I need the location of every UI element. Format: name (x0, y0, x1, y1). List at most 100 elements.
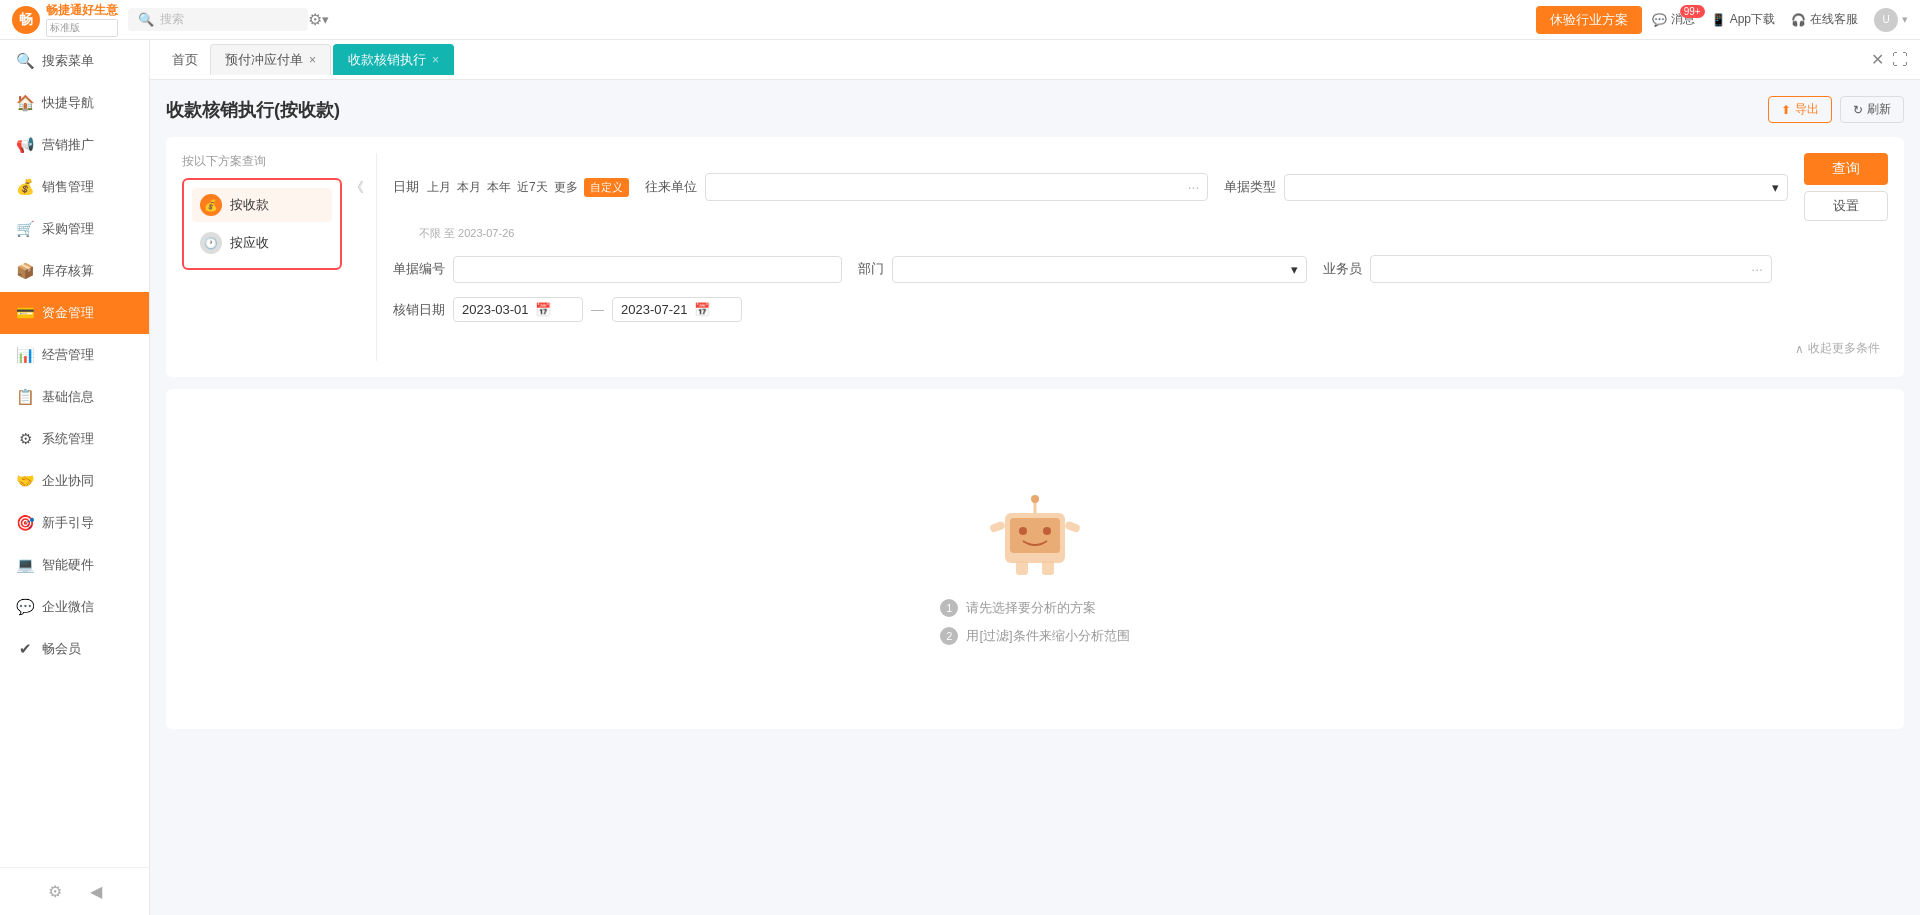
headset-icon: 🎧 (1791, 13, 1806, 27)
inventory-icon: 📦 (16, 262, 34, 280)
sidebar-item-sales[interactable]: 💰 销售管理 (0, 166, 149, 208)
partner-more-icon: ··· (1188, 179, 1200, 195)
sidebar-item-label: 基础信息 (42, 388, 94, 406)
step1-text: 请先选择要分析的方案 (966, 599, 1096, 617)
enterprise-icon: 🤝 (16, 472, 34, 490)
sidebar-item-quick-nav[interactable]: 🏠 快捷导航 (0, 82, 149, 124)
page-title: 收款核销执行(按收款) (166, 98, 340, 122)
sidebar-item-label: 采购管理 (42, 220, 94, 238)
export-btn[interactable]: ⬆ 导出 (1768, 96, 1832, 123)
sidebar-item-label: 新手引导 (42, 514, 94, 532)
industry-btn[interactable]: 休验行业方案 (1536, 6, 1642, 34)
sidebar-item-label: 搜索菜单 (42, 52, 94, 70)
tab-label: 预付冲应付单 (225, 51, 303, 69)
collapse-more-icon: ∧ (1795, 342, 1804, 356)
filter-option-by-collection[interactable]: 💰 按收款 (192, 188, 332, 222)
close-all-btn[interactable]: ✕ (1871, 50, 1884, 69)
sidebar-collapse-btn[interactable]: ◀ (84, 876, 108, 907)
setting-btn[interactable]: 设置 (1804, 191, 1888, 221)
date-hint: 不限 至 2023-07-26 (419, 225, 1888, 241)
query-btn-area: 查询 设置 (1804, 153, 1888, 221)
tab-prepay[interactable]: 预付冲应付单 × (210, 44, 331, 75)
user-area[interactable]: U ▾ (1874, 8, 1908, 32)
expand-btn[interactable]: ⛶ (1892, 50, 1908, 69)
sidebar-item-purchase[interactable]: 🛒 采购管理 (0, 208, 149, 250)
shortcut-7days[interactable]: 近7天 (517, 179, 548, 196)
sidebar-item-hardware[interactable]: 💻 智能硬件 (0, 544, 149, 586)
docno-input[interactable] (453, 256, 842, 283)
date-hint-text: 不限 至 2023-07-26 (419, 227, 514, 239)
sidebar: 🔍 搜索菜单 🏠 快捷导航 📢 营销推广 💰 销售管理 🛒 采购管理 📦 库存核… (0, 40, 150, 915)
shortcut-this-year[interactable]: 本年 (487, 179, 511, 196)
app-download-btn[interactable]: 📱 App下载 (1711, 11, 1775, 28)
collapse-more-btn[interactable]: ∧ 收起更多条件 (1787, 336, 1888, 361)
verify-date-to-input[interactable]: 2023-07-21 📅 (612, 297, 742, 322)
filter-method-box: 💰 按收款 🕐 按应收 (182, 178, 342, 270)
partner-input[interactable]: ··· (705, 173, 1209, 201)
sidebar-item-basic-info[interactable]: 📋 基础信息 (0, 376, 149, 418)
sidebar-item-label: 系统管理 (42, 430, 94, 448)
tab-close-collection[interactable]: × (432, 53, 439, 67)
sidebar-item-wechat[interactable]: 💬 企业微信 (0, 586, 149, 628)
search-placeholder: 搜索 (160, 11, 184, 28)
system-icon: ⚙ (16, 430, 34, 448)
svg-rect-1 (1010, 518, 1060, 553)
tab-close-prepay[interactable]: × (309, 53, 316, 67)
dept-select[interactable]: ▾ (892, 256, 1307, 283)
filter-option-by-receivable[interactable]: 🕐 按应收 (192, 226, 332, 260)
sidebar-item-search-menu[interactable]: 🔍 搜索菜单 (0, 40, 149, 82)
gear-button[interactable]: ⚙ (308, 10, 322, 29)
topbar-actions: 💬 消息 99+ 📱 App下载 🎧 在线客服 U ▾ (1652, 8, 1908, 32)
tab-collection[interactable]: 收款核销执行 × (333, 44, 454, 75)
date-custom-badge[interactable]: 自定义 (584, 178, 629, 197)
operations-icon: 📊 (16, 346, 34, 364)
search-icon: 🔍 (138, 12, 154, 27)
sales-icon: 💰 (16, 178, 34, 196)
filter-method-title: 按以下方案查询 (182, 153, 342, 170)
marketing-icon: 📢 (16, 136, 34, 154)
main-layout: 🔍 搜索菜单 🏠 快捷导航 📢 营销推广 💰 销售管理 🛒 采购管理 📦 库存核… (0, 40, 1920, 915)
tab-home[interactable]: 首页 (162, 45, 208, 75)
svg-rect-9 (1042, 561, 1054, 575)
refresh-icon: ↻ (1853, 103, 1863, 117)
sidebar-item-vip[interactable]: ✔ 畅会员 (0, 628, 149, 670)
search-box[interactable]: 🔍 搜索 (128, 8, 308, 31)
sidebar-item-inventory[interactable]: 📦 库存核算 (0, 250, 149, 292)
dropdown-icon[interactable]: ▾ (322, 12, 329, 27)
message-btn[interactable]: 💬 消息 99+ (1652, 11, 1695, 28)
sidebar-settings-btn[interactable]: ⚙ (42, 876, 68, 907)
export-label: 导出 (1795, 101, 1819, 118)
basic-info-icon: 📋 (16, 388, 34, 406)
verify-date-from-input[interactable]: 2023-03-01 📅 (453, 297, 583, 322)
filter-verify-date-field: 核销日期 2023-03-01 📅 — 2023-07-21 📅 (393, 297, 742, 322)
svg-rect-8 (1016, 561, 1028, 575)
shortcut-last-month[interactable]: 上月 (427, 179, 451, 196)
sidebar-item-marketing[interactable]: 📢 营销推广 (0, 124, 149, 166)
app-logo: 畅 畅捷通好生意 标准版 (12, 2, 118, 37)
filter-partner-field: 往来单位 ··· (645, 173, 1209, 201)
query-btn[interactable]: 查询 (1804, 153, 1888, 185)
by-receivable-label: 按应收 (230, 234, 269, 252)
page-header: 收款核销执行(按收款) ⬆ 导出 ↻ 刷新 (166, 96, 1904, 123)
sidebar-item-guide[interactable]: 🎯 新手引导 (0, 502, 149, 544)
shortcut-this-month[interactable]: 本月 (457, 179, 481, 196)
home-icon: 🏠 (16, 94, 34, 112)
purchase-icon: 🛒 (16, 220, 34, 238)
app-download-label: App下载 (1730, 11, 1775, 28)
sidebar-item-operations[interactable]: 📊 经营管理 (0, 334, 149, 376)
sidebar-item-enterprise[interactable]: 🤝 企业协同 (0, 460, 149, 502)
calendar-icon-from: 📅 (535, 302, 551, 317)
collapse-divider-area: 《 (342, 179, 372, 361)
staff-input[interactable]: ··· (1370, 255, 1772, 283)
shortcut-more[interactable]: 更多 (554, 179, 578, 196)
filter-doctype-field: 单据类型 ▾ (1224, 174, 1788, 201)
collapse-left-btn[interactable]: 《 (350, 179, 364, 197)
sidebar-item-finance[interactable]: 💳 资金管理 (0, 292, 149, 334)
avatar: U (1874, 8, 1898, 32)
empty-step-1: 1 请先选择要分析的方案 (940, 599, 1129, 617)
refresh-btn[interactable]: ↻ 刷新 (1840, 96, 1904, 123)
sidebar-item-system[interactable]: ⚙ 系统管理 (0, 418, 149, 460)
online-service-btn[interactable]: 🎧 在线客服 (1791, 11, 1858, 28)
doctype-select[interactable]: ▾ (1284, 174, 1788, 201)
verify-date-to-value: 2023-07-21 (621, 302, 688, 317)
